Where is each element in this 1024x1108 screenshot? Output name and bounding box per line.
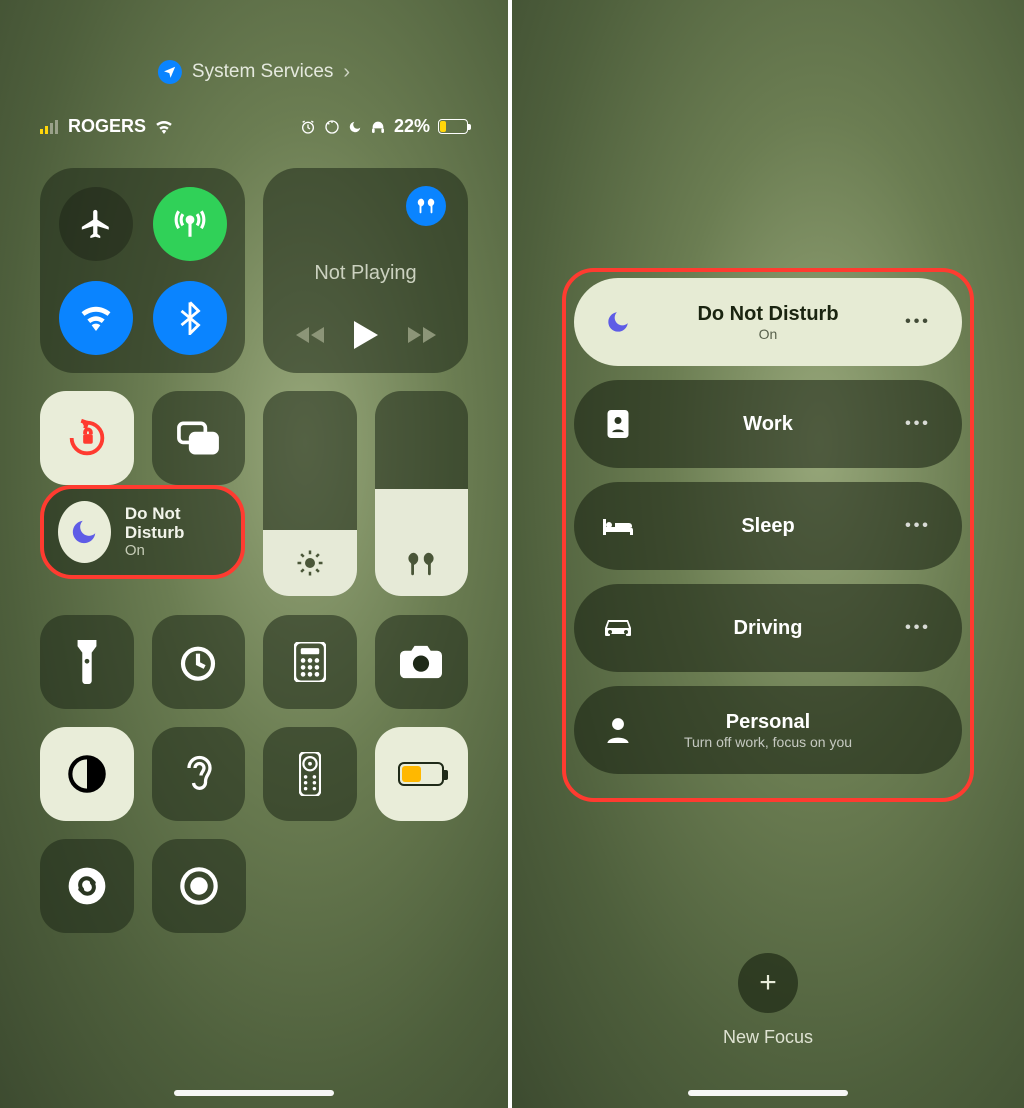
timer-icon xyxy=(178,642,218,682)
focus-item-work[interactable]: Work ••• xyxy=(574,380,962,468)
airpods-icon xyxy=(375,550,469,578)
moon-icon xyxy=(58,501,111,563)
alarm-icon xyxy=(300,119,316,135)
dark-mode-icon xyxy=(67,754,107,794)
focus-item-sub: On xyxy=(636,326,900,342)
cellular-signal-icon xyxy=(40,120,60,134)
new-focus-label: New Focus xyxy=(723,1027,813,1048)
connectivity-module xyxy=(40,168,245,373)
low-power-mode-button[interactable] xyxy=(375,727,469,821)
media-title-label: Not Playing xyxy=(314,262,416,285)
car-icon xyxy=(600,617,636,639)
timer-button[interactable] xyxy=(152,615,246,709)
bluetooth-icon xyxy=(179,301,201,335)
home-indicator[interactable] xyxy=(688,1090,848,1096)
brightness-slider[interactable] xyxy=(263,391,357,596)
volume-slider[interactable] xyxy=(375,391,469,596)
dark-mode-button[interactable] xyxy=(40,727,134,821)
focus-item-sub: Turn off work, focus on you xyxy=(636,734,900,750)
focus-tile-label: Do Not Disturb xyxy=(125,505,227,542)
focus-item-driving[interactable]: Driving ••• xyxy=(574,584,962,672)
cellular-data-toggle[interactable] xyxy=(153,187,227,261)
hearing-button[interactable] xyxy=(152,727,246,821)
shazam-button[interactable] xyxy=(40,839,134,933)
forward-icon[interactable] xyxy=(404,324,436,346)
orientation-lock-icon xyxy=(64,415,110,461)
focus-item-more-button[interactable]: ••• xyxy=(900,517,936,535)
play-button[interactable] xyxy=(354,321,378,349)
focus-mode-list: Do Not Disturb On ••• Work ••• Sleep •••… xyxy=(562,268,974,802)
ear-icon xyxy=(182,753,214,795)
focus-item-sleep[interactable]: Sleep ••• xyxy=(574,482,962,570)
screen-mirroring-icon xyxy=(176,420,220,456)
focus-item-label: Work xyxy=(636,413,900,436)
focus-item-do-not-disturb[interactable]: Do Not Disturb On ••• xyxy=(574,278,962,366)
battery-icon xyxy=(438,119,468,134)
focus-item-more-button[interactable]: ••• xyxy=(900,415,936,433)
calculator-button[interactable] xyxy=(263,615,357,709)
headphones-status-icon xyxy=(370,119,386,135)
wifi-toggle[interactable] xyxy=(59,281,133,355)
focus-tile-state: On xyxy=(125,542,227,559)
location-arrow-icon xyxy=(158,60,182,84)
focus-item-more-button[interactable]: ••• xyxy=(900,619,936,637)
airplane-mode-toggle[interactable] xyxy=(59,187,133,261)
focus-item-personal[interactable]: Personal Turn off work, focus on you ••• xyxy=(574,686,962,774)
rewind-icon[interactable] xyxy=(296,324,328,346)
plus-icon: + xyxy=(738,953,798,1013)
flashlight-icon xyxy=(74,640,100,684)
low-power-battery-icon xyxy=(398,762,444,786)
orientation-lock-status-icon xyxy=(324,119,340,135)
focus-item-label: Do Not Disturb xyxy=(636,303,900,326)
focus-item-label: Sleep xyxy=(636,515,900,538)
home-indicator[interactable] xyxy=(174,1090,334,1096)
person-icon xyxy=(600,717,636,743)
bed-icon xyxy=(600,515,636,537)
airpods-icon xyxy=(415,196,437,216)
badge-icon xyxy=(600,410,636,438)
wifi-icon xyxy=(154,120,174,134)
focus-item-label: Personal xyxy=(636,711,900,734)
focus-item-label: Driving xyxy=(636,617,900,640)
record-icon xyxy=(179,866,219,906)
media-module[interactable]: Not Playing xyxy=(263,168,468,373)
screen-mirroring-button[interactable] xyxy=(152,391,246,485)
system-services-label: System Services xyxy=(192,61,333,83)
moon-icon xyxy=(600,309,636,335)
flashlight-button[interactable] xyxy=(40,615,134,709)
screen-recording-button[interactable] xyxy=(152,839,246,933)
camera-icon xyxy=(400,645,442,679)
bluetooth-toggle[interactable] xyxy=(153,281,227,355)
shazam-icon xyxy=(67,866,107,906)
control-center-screenshot: System Services › ROGERS 22% xyxy=(0,0,512,1108)
calculator-icon xyxy=(294,642,326,682)
airplane-icon xyxy=(79,207,113,241)
moon-status-icon xyxy=(348,120,362,134)
status-bar: ROGERS 22% xyxy=(40,116,468,137)
new-focus[interactable]: + New Focus xyxy=(512,953,1024,1048)
chevron-right-icon: › xyxy=(343,61,350,84)
audio-output-button[interactable] xyxy=(406,186,446,226)
orientation-lock-button[interactable] xyxy=(40,391,134,485)
focus-picker-screenshot: Do Not Disturb On ••• Work ••• Sleep •••… xyxy=(512,0,1024,1108)
focus-tile[interactable]: Do Not Disturb On xyxy=(40,485,245,579)
antenna-icon xyxy=(173,207,207,241)
wifi-icon xyxy=(78,305,114,331)
brightness-icon xyxy=(263,548,357,578)
apple-tv-remote-button[interactable] xyxy=(263,727,357,821)
battery-percent-label: 22% xyxy=(394,116,430,137)
carrier-label: ROGERS xyxy=(68,116,146,137)
camera-button[interactable] xyxy=(375,615,469,709)
system-services-pill[interactable]: System Services › xyxy=(158,60,350,84)
focus-item-more-button[interactable]: ••• xyxy=(900,313,936,331)
remote-icon xyxy=(299,752,321,796)
